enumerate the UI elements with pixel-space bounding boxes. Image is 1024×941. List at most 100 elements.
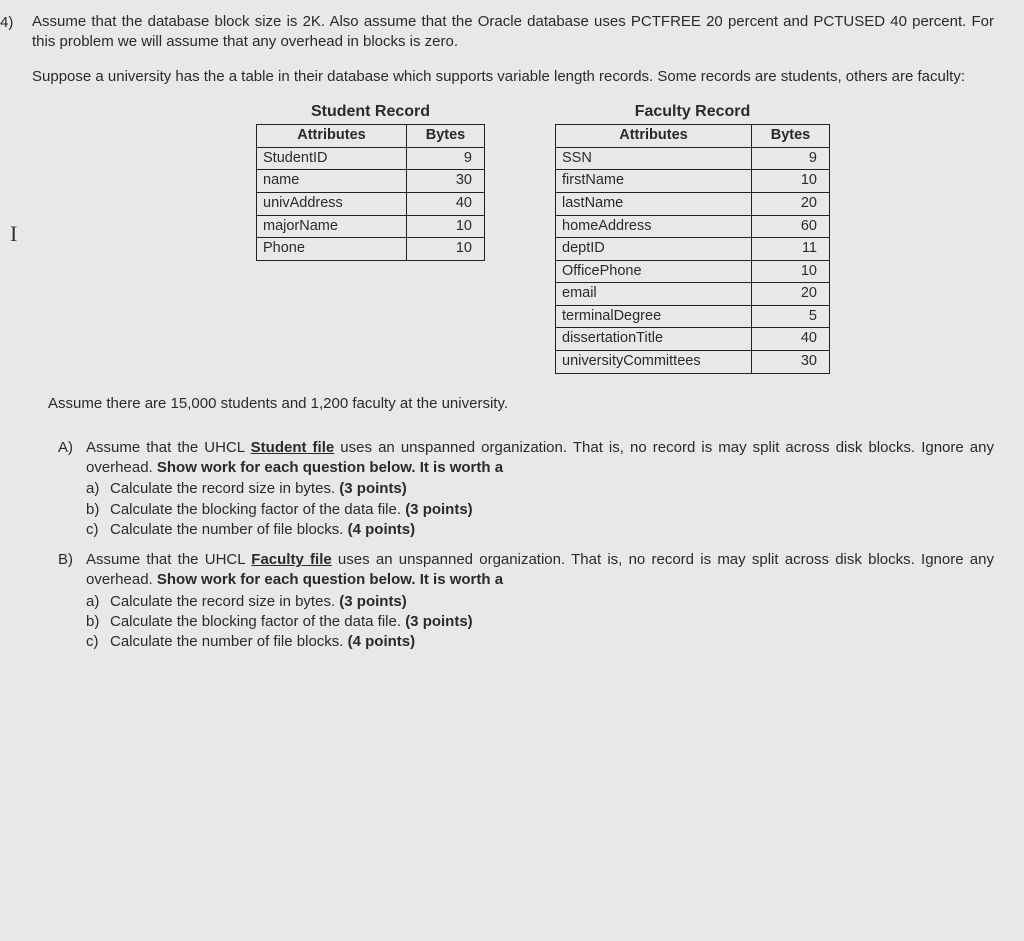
part-b-file: Faculty file xyxy=(251,551,331,568)
part-b-body: Assume that the UHCL Faculty file uses a… xyxy=(86,550,994,652)
bytes-cell: 20 xyxy=(752,283,830,306)
question-body: Assume that the database block size is 2… xyxy=(32,12,994,662)
question-number: 4) xyxy=(0,12,32,33)
part-b-pre: Assume that the UHCL xyxy=(86,551,251,568)
part-b: B) Assume that the UHCL Faculty file use… xyxy=(58,550,994,652)
bytes-cell: 11 xyxy=(752,238,830,261)
table-row: homeAddress60 xyxy=(556,215,830,238)
table-row: majorName10 xyxy=(257,215,485,238)
part-a-file: Student file xyxy=(251,439,335,456)
question-container: 4) Assume that the database block size i… xyxy=(0,12,994,662)
text-cursor-icon: I xyxy=(10,219,17,249)
table-row: email20 xyxy=(556,283,830,306)
part-a: A) Assume that the UHCL Student file use… xyxy=(58,438,994,540)
faculty-table: Attributes Bytes SSN9firstName10lastName… xyxy=(555,124,830,373)
part-a-pre: Assume that the UHCL xyxy=(86,439,251,456)
bytes-cell: 40 xyxy=(752,328,830,351)
subpart-points: (4 points) xyxy=(348,521,416,538)
subpart-text: Calculate the record size in bytes. xyxy=(110,593,339,610)
subpart-text: Calculate the number of file blocks. xyxy=(110,633,348,650)
table-row: universityCommittees30 xyxy=(556,350,830,373)
subpart-text: Calculate the blocking factor of the dat… xyxy=(110,613,405,630)
subpart: a)Calculate the record size in bytes. (3… xyxy=(86,479,994,499)
bytes-cell: 9 xyxy=(752,147,830,170)
attribute-cell: majorName xyxy=(257,215,407,238)
table-row: SSN9 xyxy=(556,147,830,170)
subpart-text: Calculate the number of file blocks. xyxy=(110,521,348,538)
subpart-label: a) xyxy=(86,479,110,499)
subpart-text: Calculate the blocking factor of the dat… xyxy=(110,501,405,518)
intro-text: Assume that the database block size is 2… xyxy=(32,12,994,87)
subpart-label: c) xyxy=(86,632,110,652)
subpart-label: b) xyxy=(86,612,110,632)
attribute-cell: OfficePhone xyxy=(556,260,752,283)
attribute-cell: homeAddress xyxy=(556,215,752,238)
col-header-attributes: Attributes xyxy=(257,125,407,148)
attribute-cell: email xyxy=(556,283,752,306)
table-row: name30 xyxy=(257,170,485,193)
part-a-body: Assume that the UHCL Student file uses a… xyxy=(86,438,994,540)
bytes-cell: 60 xyxy=(752,215,830,238)
subpart-points: (3 points) xyxy=(339,480,407,497)
table-row: StudentID9 xyxy=(257,147,485,170)
intro-para-2: Suppose a university has the a table in … xyxy=(32,67,994,87)
subpart-body: Calculate the number of file blocks. (4 … xyxy=(110,520,415,540)
subpart: c)Calculate the number of file blocks. (… xyxy=(86,632,994,652)
bytes-cell: 10 xyxy=(407,215,485,238)
bytes-cell: 10 xyxy=(752,260,830,283)
bytes-cell: 30 xyxy=(407,170,485,193)
subpart-body: Calculate the record size in bytes. (3 p… xyxy=(110,592,407,612)
subpart-label: c) xyxy=(86,520,110,540)
tables-row: I Student Record Attributes Bytes Studen… xyxy=(92,101,994,374)
bytes-cell: 10 xyxy=(407,238,485,261)
part-a-bold: Show work for each question below. It is… xyxy=(157,459,503,476)
table-row: deptID11 xyxy=(556,238,830,261)
attribute-cell: SSN xyxy=(556,147,752,170)
bytes-cell: 20 xyxy=(752,193,830,216)
subpart-body: Calculate the blocking factor of the dat… xyxy=(110,612,473,632)
attribute-cell: Phone xyxy=(257,238,407,261)
intro-para-1: Assume that the database block size is 2… xyxy=(32,12,994,53)
attribute-cell: firstName xyxy=(556,170,752,193)
table-row: lastName20 xyxy=(556,193,830,216)
part-a-label: A) xyxy=(58,438,86,458)
student-table-block: Student Record Attributes Bytes StudentI… xyxy=(256,101,485,261)
col-header-bytes: Bytes xyxy=(752,125,830,148)
assume-line: Assume there are 15,000 students and 1,2… xyxy=(48,394,994,414)
subpart-body: Calculate the record size in bytes. (3 p… xyxy=(110,479,407,499)
subpart: b)Calculate the blocking factor of the d… xyxy=(86,612,994,632)
table-header-row: Attributes Bytes xyxy=(257,125,485,148)
bytes-cell: 5 xyxy=(752,305,830,328)
subpart: a)Calculate the record size in bytes. (3… xyxy=(86,592,994,612)
faculty-table-block: Faculty Record Attributes Bytes SSN9firs… xyxy=(555,101,830,374)
bytes-cell: 30 xyxy=(752,350,830,373)
attribute-cell: lastName xyxy=(556,193,752,216)
table-header-row: Attributes Bytes xyxy=(556,125,830,148)
bytes-cell: 10 xyxy=(752,170,830,193)
faculty-table-title: Faculty Record xyxy=(635,101,751,123)
part-b-bold: Show work for each question below. It is… xyxy=(157,571,503,588)
bytes-cell: 40 xyxy=(407,193,485,216)
subpart-body: Calculate the blocking factor of the dat… xyxy=(110,500,473,520)
col-header-attributes: Attributes xyxy=(556,125,752,148)
col-header-bytes: Bytes xyxy=(407,125,485,148)
subpart-body: Calculate the number of file blocks. (4 … xyxy=(110,632,415,652)
table-row: Phone10 xyxy=(257,238,485,261)
table-row: terminalDegree5 xyxy=(556,305,830,328)
subpart-text: Calculate the record size in bytes. xyxy=(110,480,339,497)
subpart: c)Calculate the number of file blocks. (… xyxy=(86,520,994,540)
subparts-b: a)Calculate the record size in bytes. (3… xyxy=(86,592,994,653)
attribute-cell: terminalDegree xyxy=(556,305,752,328)
student-table-title: Student Record xyxy=(311,101,430,123)
subpart: b)Calculate the blocking factor of the d… xyxy=(86,500,994,520)
subpart-points: (4 points) xyxy=(348,633,416,650)
attribute-cell: universityCommittees xyxy=(556,350,752,373)
subpart-points: (3 points) xyxy=(405,613,473,630)
bytes-cell: 9 xyxy=(407,147,485,170)
attribute-cell: deptID xyxy=(556,238,752,261)
attribute-cell: univAddress xyxy=(257,193,407,216)
subparts-a: a)Calculate the record size in bytes. (3… xyxy=(86,479,994,540)
student-table: Attributes Bytes StudentID9name30univAdd… xyxy=(256,124,485,260)
table-row: univAddress40 xyxy=(257,193,485,216)
table-row: OfficePhone10 xyxy=(556,260,830,283)
